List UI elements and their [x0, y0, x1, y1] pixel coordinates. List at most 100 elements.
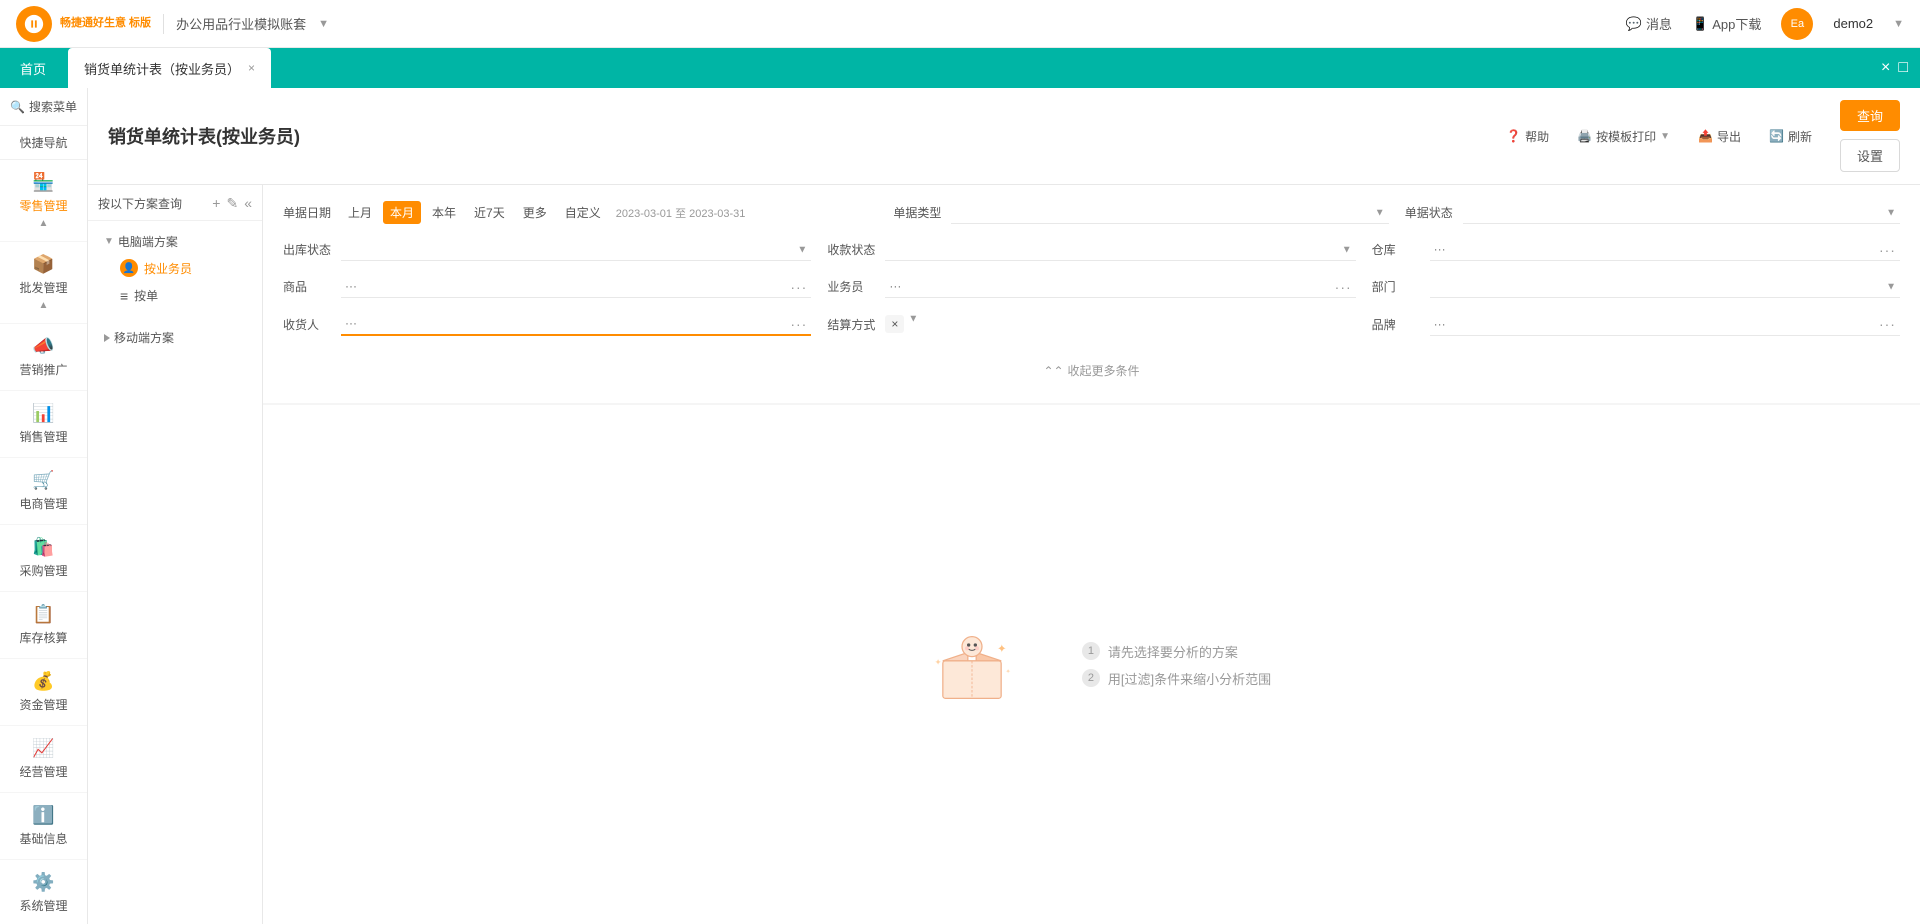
warehouse-input[interactable]: [1430, 238, 1900, 261]
product-input[interactable]: [341, 275, 811, 298]
search-menu-label: 搜索菜单: [29, 98, 77, 115]
date-btn-this-month[interactable]: 本月: [383, 201, 421, 224]
empty-num-1: 1: [1082, 642, 1100, 660]
scheme-order-item[interactable]: ≡ 按单: [98, 282, 252, 309]
mobile-group-text: 移动端方案: [114, 329, 174, 346]
order-type-filter-item: 单据类型 ▼: [893, 201, 1388, 224]
order-status-filter-item: 单据状态 ▼: [1405, 201, 1900, 224]
help-btn[interactable]: ❓ 帮助: [1498, 124, 1557, 149]
sidebar-item-inventory[interactable]: 📋 库存核算: [0, 592, 87, 659]
window-maximize-btn[interactable]: □: [1898, 59, 1908, 77]
download-icon: 📱: [1692, 16, 1708, 32]
brand-input[interactable]: [1430, 313, 1900, 336]
brand-filter-item: 品牌 ···: [1372, 313, 1900, 336]
tab-bar: 首页 销货单统计表（按业务员） × × □: [0, 48, 1920, 88]
receipt-status-control: ▼: [885, 238, 1355, 261]
window-close-btn[interactable]: ×: [1881, 59, 1890, 77]
refresh-btn[interactable]: 🔄 刷新: [1761, 124, 1820, 149]
sidebar-item-retail[interactable]: 🏪 零售管理 ▲: [0, 160, 87, 242]
sidebar-item-sales[interactable]: 📊 销售管理: [0, 391, 87, 458]
department-input[interactable]: [1430, 275, 1900, 298]
query-btn[interactable]: 查询: [1840, 100, 1900, 131]
salesman-input[interactable]: [885, 275, 1355, 298]
order-status-input[interactable]: [1463, 201, 1900, 224]
sidebar-item-operation[interactable]: 📈 经营管理: [0, 726, 87, 793]
sidebar-item-wholesale[interactable]: 📦 批发管理 ▲: [0, 242, 87, 324]
export-label: 导出: [1717, 128, 1741, 145]
template-print-btn[interactable]: 🖨️ 按模板打印 ▼: [1569, 124, 1678, 149]
help-icon: ❓: [1506, 129, 1521, 143]
page-header: 销货单统计表(按业务员) ❓ 帮助 🖨️ 按模板打印 ▼ 📤 导出 🔄 刷: [88, 88, 1920, 185]
wholesale-icon: 📦: [32, 254, 54, 275]
tab-home[interactable]: 首页: [0, 48, 66, 88]
app-dropdown-arrow[interactable]: ▼: [318, 18, 329, 30]
product-filter-item: 商品 ···: [283, 275, 811, 298]
date-btn-custom[interactable]: 自定义: [558, 201, 608, 224]
sidebar-finance-label: 资金管理: [19, 696, 67, 713]
scheme-order-icon: ≡: [120, 288, 128, 304]
tab-close-btn[interactable]: ×: [248, 61, 255, 75]
brand-label: 品牌: [1372, 316, 1422, 333]
empty-hint-2: 2 用[过滤]条件来缩小分析范围: [1082, 669, 1271, 688]
mobile-group-label[interactable]: 移动端方案: [98, 325, 252, 350]
out-status-control: ▼: [341, 238, 811, 261]
warehouse-filter-item: 仓库 ···: [1372, 238, 1900, 261]
export-btn[interactable]: 📤 导出: [1690, 124, 1749, 149]
logo-icon: [16, 6, 52, 42]
message-btn[interactable]: 💬 消息: [1626, 14, 1672, 33]
sidebar-item-marketing[interactable]: 📣 营销推广: [0, 324, 87, 391]
tab-active-label: 销货单统计表（按业务员）: [84, 59, 240, 78]
sidebar-item-basic-info[interactable]: ℹ️ 基础信息: [0, 793, 87, 860]
date-btn-this-year[interactable]: 本年: [425, 201, 463, 224]
product-label: 商品: [283, 278, 333, 295]
date-btn-more[interactable]: 更多: [516, 201, 554, 224]
purchase-icon: 🛍️: [32, 537, 54, 558]
collapse-up-icon: ⌃⌃: [1043, 364, 1063, 378]
date-filter-item: 单据日期 上月 本月 本年 近7天 更多 自定义 2023-03-01 至 20…: [283, 201, 877, 224]
sales-icon: 📊: [32, 403, 54, 424]
user-dropdown-arrow[interactable]: ▼: [1893, 18, 1904, 30]
avatar[interactable]: Ea: [1781, 8, 1813, 40]
filter-row-2: 出库状态 ▼ 收款状态 ▼: [283, 238, 1900, 261]
order-type-control: ▼: [951, 201, 1388, 224]
scheme-add-btn[interactable]: +: [212, 195, 220, 212]
page-actions: ❓ 帮助 🖨️ 按模板打印 ▼ 📤 导出 🔄 刷新 查询: [1498, 100, 1900, 172]
sidebar-retail-label: 零售管理: [19, 197, 67, 214]
receiver-input[interactable]: [341, 312, 811, 336]
order-status-control: ▼: [1463, 201, 1900, 224]
receiver-filter-item: 收货人 ···: [283, 312, 811, 336]
settlement-tag: ×: [885, 315, 904, 333]
sidebar-item-finance[interactable]: 💰 资金管理: [0, 659, 87, 726]
sidebar-quick-nav[interactable]: 快捷导航: [0, 126, 87, 160]
sidebar-item-system[interactable]: ⚙️ 系统管理: [0, 860, 87, 924]
scheme-salesman-item[interactable]: 👤 按业务员: [98, 254, 252, 282]
empty-state: ✦ ✦ ✦: [263, 405, 1920, 924]
sidebar-operation-label: 经营管理: [19, 763, 67, 780]
app-download-btn[interactable]: 📱 App下载: [1692, 14, 1761, 33]
sidebar-system-label: 系统管理: [19, 897, 67, 914]
top-nav: 畅捷通好生意 标版 办公用品行业模拟账套 ▼ 💬 消息 📱 App下载 Ea d…: [0, 0, 1920, 48]
order-type-input[interactable]: [951, 201, 1388, 224]
date-btn-last-month[interactable]: 上月: [341, 201, 379, 224]
receiver-control: ···: [341, 312, 811, 336]
scheme-collapse-btn[interactable]: «: [244, 195, 252, 212]
sidebar-item-ecommerce[interactable]: 🛒 电商管理: [0, 458, 87, 525]
receipt-status-input[interactable]: [885, 238, 1355, 261]
collapse-btn[interactable]: ⌃⌃ 收起更多条件: [1031, 358, 1151, 383]
tab-active[interactable]: 销货单统计表（按业务员） ×: [68, 48, 271, 88]
settlement-control: × ▼: [885, 315, 1355, 333]
system-icon: ⚙️: [32, 872, 54, 893]
sidebar-wholesale-label: 批发管理: [19, 279, 67, 296]
search-icon: 🔍: [10, 100, 25, 114]
username[interactable]: demo2: [1833, 16, 1873, 31]
sidebar-search[interactable]: 🔍 搜索菜单: [0, 88, 87, 126]
settlement-tag-close[interactable]: ×: [891, 317, 898, 331]
out-status-input[interactable]: [341, 238, 811, 261]
date-btn-7days[interactable]: 近7天: [467, 201, 512, 224]
scheme-edit-btn[interactable]: ✎: [226, 195, 238, 212]
sidebar-item-purchase[interactable]: 🛍️ 采购管理: [0, 525, 87, 592]
svg-text:✦: ✦: [997, 642, 1007, 655]
action-buttons-group: 查询 设置: [1832, 100, 1900, 172]
empty-num-2: 2: [1082, 669, 1100, 687]
settings-btn[interactable]: 设置: [1840, 139, 1900, 172]
